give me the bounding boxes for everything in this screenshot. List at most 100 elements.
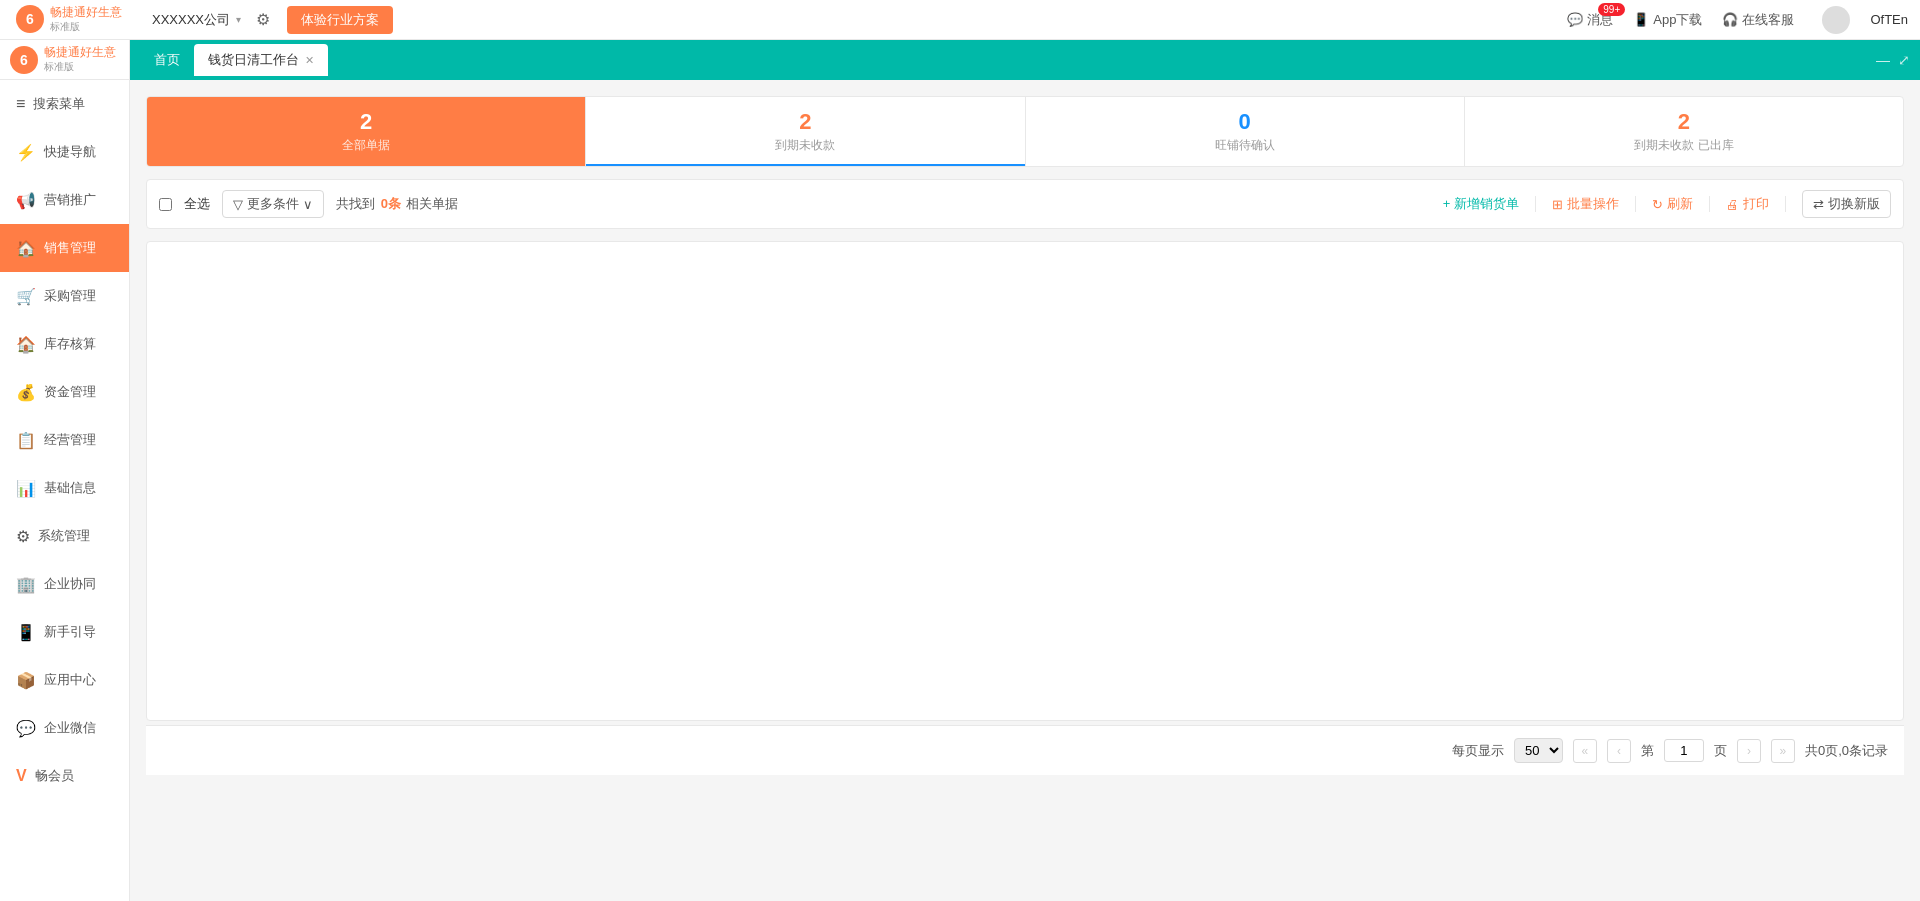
- stats-count-overdue-shipped: 2: [1481, 109, 1887, 135]
- tab-workbench[interactable]: 钱货日清工作台 ✕: [194, 44, 328, 76]
- stats-label-overdue-shipped: 到期未收款 已出库: [1481, 137, 1887, 154]
- sidebar-item-label: 经营管理: [44, 431, 96, 449]
- wechat-icon: 💬: [16, 719, 36, 738]
- member-icon: V: [16, 767, 27, 785]
- trial-btn[interactable]: 体验行业方案: [287, 6, 393, 34]
- sidebar-item-inventory[interactable]: 🏠 库存核算: [0, 320, 129, 368]
- app-center-icon: 📦: [16, 671, 36, 690]
- logo-icon: 6: [10, 46, 38, 74]
- app-download-icon: 📱: [1633, 12, 1649, 27]
- cooperation-icon: 🏢: [16, 575, 36, 594]
- select-all-label: 全选: [184, 195, 210, 213]
- select-all-checkbox[interactable]: [159, 198, 172, 211]
- topbar-logo-icon: 6: [16, 5, 44, 33]
- page-input[interactable]: [1664, 739, 1704, 762]
- per-page-select[interactable]: 50: [1514, 738, 1563, 763]
- sidebar-item-purchase[interactable]: 🛒 采购管理: [0, 272, 129, 320]
- sidebar-item-marketing[interactable]: 📢 营销推广: [0, 176, 129, 224]
- divider: [1535, 196, 1536, 212]
- sidebar-item-quick-nav[interactable]: ⚡ 快捷导航: [0, 128, 129, 176]
- settings-icon: ⚙: [256, 10, 270, 29]
- tab-home[interactable]: 首页: [140, 44, 194, 76]
- sidebar-item-sales[interactable]: 🏠 销售管理: [0, 224, 129, 272]
- tabbar-expand-icon[interactable]: ⤢: [1898, 52, 1910, 68]
- result-suffix: 相关单据: [406, 196, 458, 211]
- page-last-btn[interactable]: »: [1771, 739, 1795, 763]
- capital-icon: 💰: [16, 383, 36, 402]
- pagination: 每页显示 50 « ‹ 第 页 › » 共0页,0条记录: [146, 725, 1904, 775]
- stats-tab-overdue[interactable]: 2 到期未收款: [586, 97, 1025, 166]
- stats-tabs: 2 全部单据 2 到期未收款 0 旺铺待确认 2 到期未收款 已出库: [146, 96, 1904, 167]
- topbar: 6 畅捷通好生意 标准版 XXXXXX公司 ▾ ⚙ 体验行业方案 💬 消息 99…: [0, 0, 1920, 40]
- stats-count-all: 2: [163, 109, 569, 135]
- sidebar-item-label: 库存核算: [44, 335, 96, 353]
- stats-count-overdue: 2: [602, 109, 1008, 135]
- main-content: 2 全部单据 2 到期未收款 0 旺铺待确认 2 到期未收款 已出库 全选 ▽ …: [130, 80, 1920, 901]
- avatar[interactable]: [1822, 6, 1850, 34]
- tabbar-right: — ⤢: [1876, 52, 1910, 68]
- username: OfTEn: [1870, 12, 1908, 27]
- company-dropdown-arrow: ▾: [236, 14, 241, 25]
- app-download-btn[interactable]: 📱 App下载: [1633, 11, 1702, 29]
- purchase-icon: 🛒: [16, 287, 36, 306]
- switch-btn[interactable]: ⇄ 切换新版: [1802, 190, 1891, 218]
- stats-tab-overdue-shipped[interactable]: 2 到期未收款 已出库: [1465, 97, 1903, 166]
- company-selector[interactable]: XXXXXX公司 ▾: [152, 11, 241, 29]
- toolbar-left: 全选 ▽ 更多条件 ∨ 共找到 0条 相关单据: [159, 190, 1431, 218]
- system-icon: ⚙: [16, 527, 30, 546]
- message-badge: 99+: [1598, 3, 1625, 16]
- sidebar-item-label: 应用中心: [44, 671, 96, 689]
- page-prev-btn[interactable]: ‹: [1607, 739, 1631, 763]
- divider3: [1709, 196, 1710, 212]
- topbar-logo-sub: 标准版: [50, 20, 122, 34]
- sidebar-item-member[interactable]: V 畅会员: [0, 752, 129, 800]
- tabbar: 首页 钱货日清工作台 ✕ — ⤢: [130, 40, 1920, 80]
- sidebar-item-label: 企业微信: [44, 719, 96, 737]
- sidebar-item-wechat[interactable]: 💬 企业微信: [0, 704, 129, 752]
- page-next-btn[interactable]: ›: [1737, 739, 1761, 763]
- sidebar-item-system[interactable]: ⚙ 系统管理: [0, 512, 129, 560]
- inventory-icon: 🏠: [16, 335, 36, 354]
- add-sales-btn[interactable]: + 新增销货单: [1443, 195, 1519, 213]
- per-page-label: 每页显示: [1452, 742, 1504, 760]
- sidebar-item-app-center[interactable]: 📦 应用中心: [0, 656, 129, 704]
- sidebar-item-label: 销售管理: [44, 239, 96, 257]
- result-count: 0条: [381, 196, 401, 211]
- online-service-btn[interactable]: 🎧 在线客服: [1722, 11, 1794, 29]
- refresh-btn[interactable]: ↻ 刷新: [1652, 195, 1693, 213]
- toolbar-right: + 新增销货单 ⊞ 批量操作 ↻ 刷新 🖨 打印 ⇄ 切换新版: [1443, 190, 1891, 218]
- sidebar-item-label: 系统管理: [38, 527, 90, 545]
- sidebar-item-guide[interactable]: 📱 新手引导: [0, 608, 129, 656]
- sidebar-item-label: 资金管理: [44, 383, 96, 401]
- topbar-logo-text: 畅捷通好生意: [50, 5, 122, 19]
- sidebar-item-capital[interactable]: 💰 资金管理: [0, 368, 129, 416]
- print-btn[interactable]: 🖨 打印: [1726, 195, 1769, 213]
- search-menu-icon: ≡: [16, 95, 25, 113]
- sidebar-item-label: 快捷导航: [44, 143, 96, 161]
- sidebar-item-cooperation[interactable]: 🏢 企业协同: [0, 560, 129, 608]
- topbar-right: 💬 消息 99+ 📱 App下载 🎧 在线客服 OfTEn: [1567, 6, 1908, 34]
- sidebar-item-label: 畅会员: [35, 767, 74, 785]
- message-btn[interactable]: 💬 消息 99+: [1567, 11, 1613, 29]
- stats-tab-pending[interactable]: 0 旺铺待确认: [1026, 97, 1465, 166]
- sidebar-item-basic-info[interactable]: 📊 基础信息: [0, 464, 129, 512]
- table-area: [146, 241, 1904, 721]
- page-first-btn[interactable]: «: [1573, 739, 1597, 763]
- stats-label-all: 全部单据: [163, 137, 569, 154]
- tab-close-icon[interactable]: ✕: [305, 54, 314, 67]
- settings-button[interactable]: ⚙: [249, 6, 277, 34]
- divider4: [1785, 196, 1786, 212]
- stats-tab-all[interactable]: 2 全部单据: [147, 97, 586, 166]
- filter-button[interactable]: ▽ 更多条件 ∨: [222, 190, 324, 218]
- tabbar-minimize-icon[interactable]: —: [1876, 52, 1890, 68]
- batch-btn[interactable]: ⊞ 批量操作: [1552, 195, 1619, 213]
- page-label: 第: [1641, 742, 1654, 760]
- sidebar-item-search[interactable]: ≡ 搜索菜单: [0, 80, 129, 128]
- divider2: [1635, 196, 1636, 212]
- batch-icon: ⊞: [1552, 197, 1563, 212]
- sidebar-item-operation[interactable]: 📋 经营管理: [0, 416, 129, 464]
- sidebar-item-label: 采购管理: [44, 287, 96, 305]
- stats-label-pending: 旺铺待确认: [1042, 137, 1448, 154]
- stats-label-overdue: 到期未收款: [602, 137, 1008, 154]
- page-total: 共0页,0条记录: [1805, 742, 1888, 760]
